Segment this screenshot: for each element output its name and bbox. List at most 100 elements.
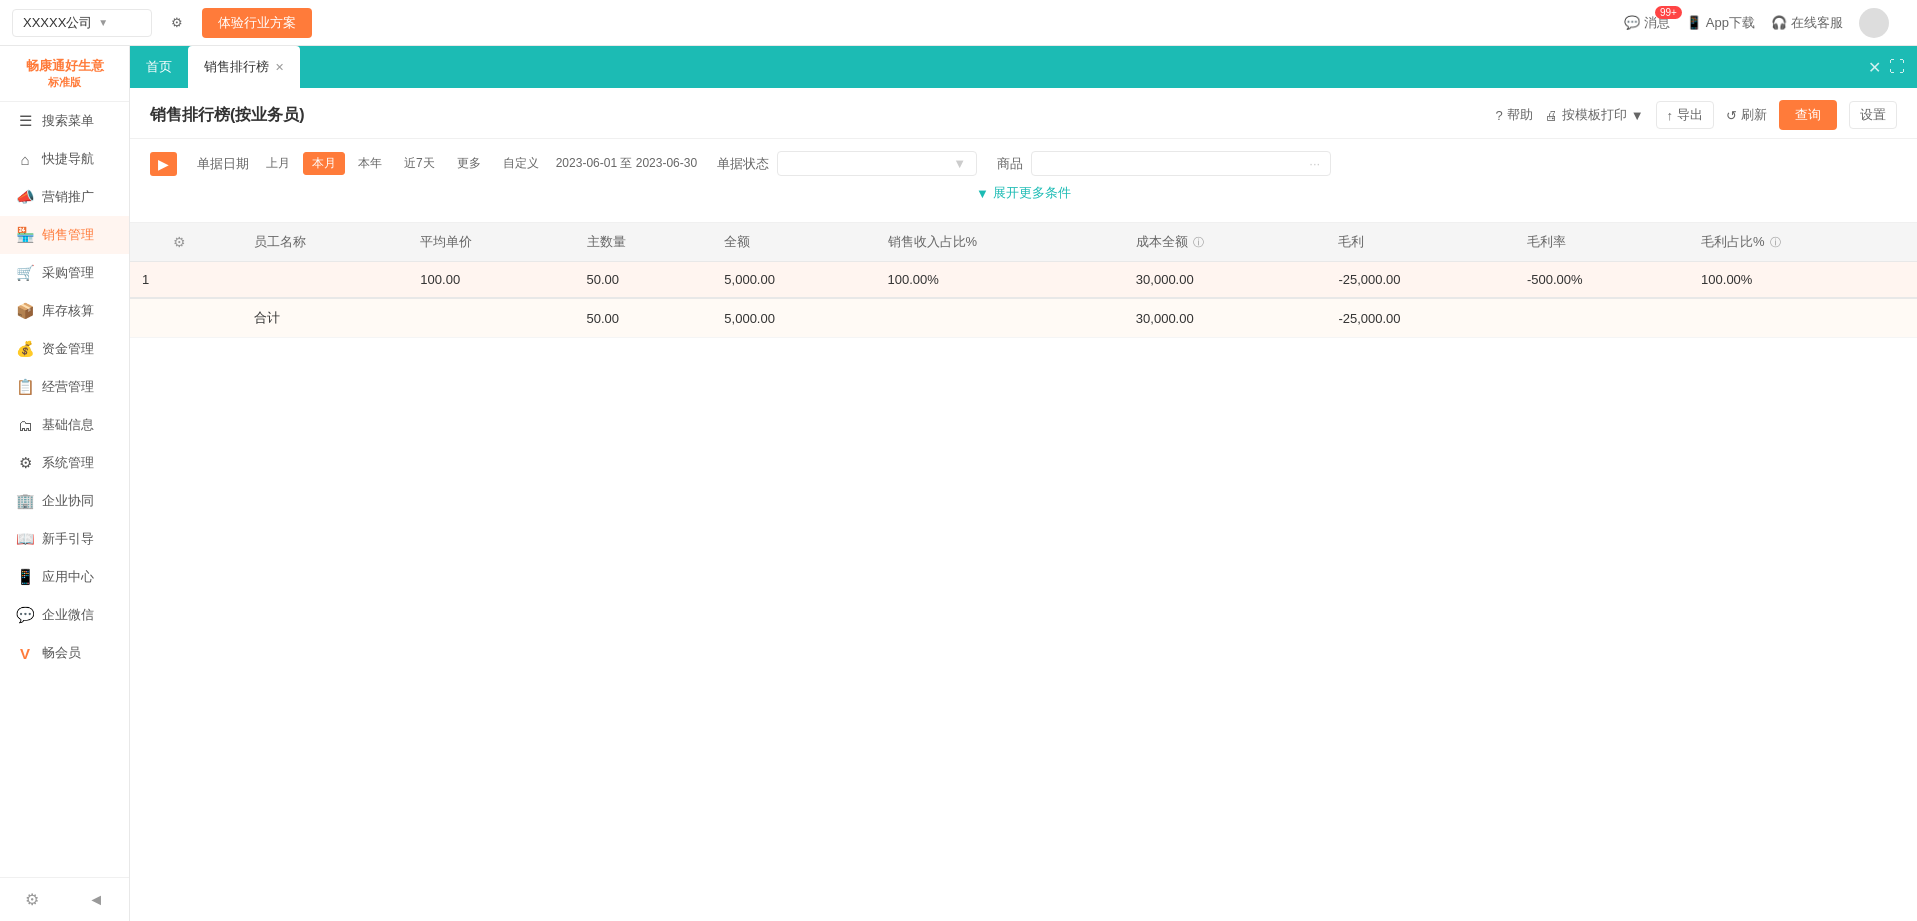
main-area: 畅康通好生意 标准版 ☰ 搜索菜单 ⌂ 快捷导航 📣 营销推广 🏪 销售管理 (0, 46, 1917, 921)
company-selector[interactable]: XXXXX公司 ▼ (12, 9, 152, 37)
export-button[interactable]: ↑ 导出 (1656, 101, 1715, 129)
message-button[interactable]: 💬 消息 99+ (1624, 14, 1670, 32)
th-sales-ratio: 销售收入占比% (876, 223, 1124, 262)
guide-icon: 📖 (16, 530, 34, 548)
sidebar-item-marketing[interactable]: 📣 营销推广 (0, 178, 129, 216)
content-area: 首页 销售排行榜 ✕ ✕ ⛶ 销售排行榜(按业务员) (130, 46, 1917, 921)
status-filter-label: 单据状态 (717, 155, 769, 173)
sidebar-app-center-label: 应用中心 (42, 568, 94, 586)
footer-cost: 30,000.00 (1124, 298, 1327, 338)
tab-maximize-button[interactable]: ⛶ (1889, 58, 1905, 76)
tab-home[interactable]: 首页 (130, 46, 188, 88)
th-amount: 全额 (712, 223, 875, 262)
sidebar-operation-label: 经营管理 (42, 378, 94, 396)
online-service-button[interactable]: 🎧 在线客服 (1771, 14, 1843, 32)
app-download-label: App下载 (1706, 14, 1755, 32)
column-settings-icon[interactable]: ⚙ (173, 234, 186, 250)
cell-gross-ratio: 100.00% (1689, 262, 1917, 299)
sidebar-item-quick-nav[interactable]: ⌂ 快捷导航 (0, 140, 129, 178)
industry-solution-button[interactable]: 体验行业方案 (202, 8, 312, 38)
help-button[interactable]: ? 帮助 (1495, 106, 1532, 124)
goods-select[interactable]: ··· (1031, 151, 1331, 176)
refresh-icon: ↺ (1726, 108, 1737, 123)
help-icon: ? (1495, 108, 1502, 123)
logo-text: 畅康通好生意 标准版 (26, 58, 104, 89)
sidebar-item-enterprise[interactable]: 🏢 企业协同 (0, 482, 129, 520)
status-select[interactable]: ▼ (777, 151, 977, 176)
date-range-display: 2023-06-01 至 2023-06-30 (556, 155, 697, 172)
cell-gross-margin: -500.00% (1515, 262, 1689, 299)
print-icon: 🖨 (1545, 108, 1558, 123)
sidebar-item-app-center[interactable]: 📱 应用中心 (0, 558, 129, 596)
cell-quantity: 50.00 (575, 262, 713, 299)
user-avatar[interactable] (1859, 8, 1889, 38)
gross-ratio-info-icon[interactable]: ⓘ (1770, 236, 1781, 248)
sidebar-item-guide[interactable]: 📖 新手引导 (0, 520, 129, 558)
footer-amount: 5,000.00 (712, 298, 875, 338)
sidebar-item-inventory[interactable]: 📦 库存核算 (0, 292, 129, 330)
top-bar: XXXXX公司 ▼ ⚙ 体验行业方案 💬 消息 99+ 📱 App下载 🎧 在线… (0, 0, 1917, 46)
th-gross-profit: 毛利 (1326, 223, 1514, 262)
page-title: 销售排行榜(按业务员) (150, 105, 305, 126)
template-print-button[interactable]: 🖨 按模板打印 ▼ (1545, 106, 1644, 124)
basic-info-icon: 🗂 (16, 417, 34, 434)
prev-month-btn[interactable]: 上月 (257, 152, 299, 175)
search-menu-icon: ☰ (16, 112, 34, 130)
sidebar-marketing-label: 营销推广 (42, 188, 94, 206)
system-icon: ⚙ (16, 454, 34, 472)
sidebar-collapse-button[interactable]: ◄ (80, 887, 112, 913)
tab-bar: 首页 销售排行榜 ✕ ✕ ⛶ (130, 46, 1917, 88)
query-button[interactable]: 查询 (1779, 100, 1837, 130)
sidebar-item-purchase[interactable]: 🛒 采购管理 (0, 254, 129, 292)
table-container: ⚙ 员工名称 平均单价 主数量 全额 销售收入占比% 成本全额 ⓘ (130, 223, 1917, 921)
footer-label: 合计 (242, 298, 408, 338)
current-year-btn[interactable]: 本年 (349, 152, 391, 175)
last-7days-btn[interactable]: 近7天 (395, 152, 444, 175)
topbar-settings-button[interactable]: ⚙ (162, 8, 192, 38)
wechat-icon: 💬 (16, 606, 34, 624)
top-right-actions: 💬 消息 99+ 📱 App下载 🎧 在线客服 (1624, 8, 1905, 38)
tab-close-window-button[interactable]: ✕ (1868, 58, 1881, 77)
th-employee: 员工名称 (242, 223, 408, 262)
sidebar-item-basic-info[interactable]: 🗂 基础信息 (0, 406, 129, 444)
footer-avg-price (408, 298, 574, 338)
table-row: 1 100.00 50.00 5,000.00 100.00% 30,000.0… (130, 262, 1917, 299)
home-icon: ⌂ (16, 151, 34, 168)
sidebar-settings-button[interactable]: ⚙ (17, 886, 47, 913)
app-download-button[interactable]: 📱 App下载 (1686, 14, 1755, 32)
sidebar-item-sales[interactable]: 🏪 销售管理 (0, 216, 129, 254)
settings-button[interactable]: 设置 (1849, 101, 1897, 129)
tab-sales-rank[interactable]: 销售排行榜 ✕ (188, 46, 300, 88)
sidebar-item-operation[interactable]: 📋 经营管理 (0, 368, 129, 406)
tab-close-button[interactable]: ✕ (275, 61, 284, 74)
company-name: XXXXX公司 (23, 14, 92, 32)
filter-expand-more[interactable]: ▼ 展开更多条件 (150, 176, 1897, 210)
online-service-label: 在线客服 (1791, 14, 1843, 32)
sidebar-item-member[interactable]: V 畅会员 (0, 634, 129, 672)
operation-icon: 📋 (16, 378, 34, 396)
sidebar-item-search[interactable]: ☰ 搜索菜单 (0, 102, 129, 140)
th-settings[interactable]: ⚙ (161, 223, 242, 262)
current-month-btn[interactable]: 本月 (303, 152, 345, 175)
cell-sales-ratio: 100.00% (876, 262, 1124, 299)
refresh-button[interactable]: ↺ 刷新 (1726, 106, 1767, 124)
sales-icon: 🏪 (16, 226, 34, 244)
sidebar-item-wechat[interactable]: 💬 企业微信 (0, 596, 129, 634)
more-date-btn[interactable]: 更多 (448, 152, 490, 175)
sidebar-purchase-label: 采购管理 (42, 264, 94, 282)
goods-ellipsis-icon[interactable]: ··· (1309, 156, 1320, 171)
filter-expand-arrow[interactable]: ▶ (150, 152, 177, 176)
cost-info-icon[interactable]: ⓘ (1193, 236, 1204, 248)
custom-date-btn[interactable]: 自定义 (494, 152, 548, 175)
sidebar-item-finance[interactable]: 💰 资金管理 (0, 330, 129, 368)
status-chevron-icon: ▼ (953, 156, 966, 171)
sales-rank-tab-label: 销售排行榜 (204, 58, 269, 76)
footer-empty-1 (130, 298, 161, 338)
sidebar-item-system[interactable]: ⚙ 系统管理 (0, 444, 129, 482)
sidebar-enterprise-label: 企业协同 (42, 492, 94, 510)
cell-avg-price: 100.00 (408, 262, 574, 299)
table-header-row: ⚙ 员工名称 平均单价 主数量 全额 销售收入占比% 成本全额 ⓘ (130, 223, 1917, 262)
sidebar-inventory-label: 库存核算 (42, 302, 94, 320)
sidebar-finance-label: 资金管理 (42, 340, 94, 358)
sidebar-guide-label: 新手引导 (42, 530, 94, 548)
